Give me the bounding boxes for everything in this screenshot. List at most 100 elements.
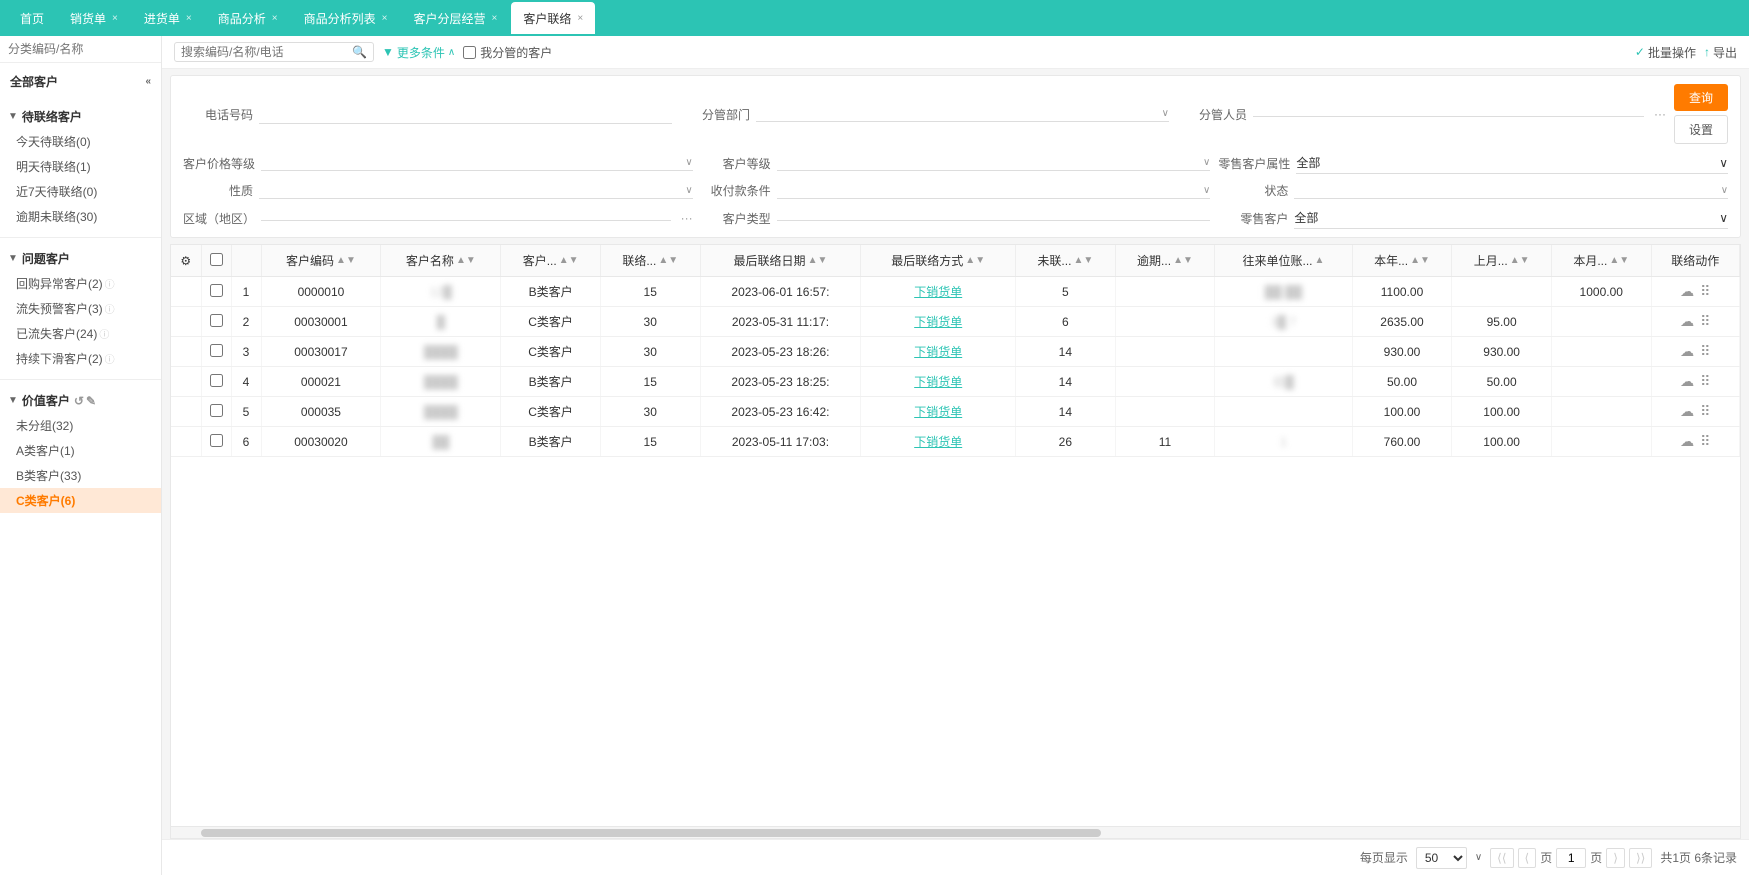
contact-method-link[interactable]: 下销货单 — [914, 285, 962, 299]
sidebar-item-a-customers[interactable]: A类客户(1) — [0, 438, 161, 463]
collapse-icon[interactable]: « — [145, 76, 151, 87]
last-page-button[interactable]: ⟩⟩ — [1629, 848, 1652, 868]
contact-method-link[interactable]: 下销货单 — [914, 435, 962, 449]
sidebar-item-b-customers[interactable]: B类客户(33) — [0, 463, 161, 488]
person-select[interactable] — [1253, 112, 1644, 117]
close-customer-contact-icon[interactable]: × — [577, 13, 583, 24]
select-all-checkbox[interactable] — [210, 253, 223, 266]
nav-home[interactable]: 首页 — [8, 2, 56, 34]
my-customers-filter[interactable]: 我分管的客户 — [463, 44, 552, 61]
cell-checkbox[interactable] — [201, 277, 231, 307]
retail-attr-select[interactable]: 全部 ∨ — [1296, 152, 1728, 174]
th-this-month[interactable]: 本月...▲▼ — [1551, 245, 1651, 277]
next-page-button[interactable]: ⟩ — [1606, 848, 1625, 868]
row-checkbox[interactable] — [210, 314, 223, 327]
th-uncontacted[interactable]: 未联...▲▼ — [1016, 245, 1116, 277]
row-checkbox[interactable] — [210, 404, 223, 417]
th-code[interactable]: 客户编码▲▼ — [261, 245, 381, 277]
close-product-analysis-icon[interactable]: × — [272, 13, 278, 24]
sidebar-item-declining[interactable]: 持续下滑客户(2) ⓘ — [0, 346, 161, 371]
toolbar-search-input[interactable] — [181, 45, 352, 59]
person-dots-icon[interactable]: ··· — [1654, 107, 1666, 121]
value-level-select[interactable]: ∨ — [261, 155, 693, 171]
more-action-icon[interactable]: ⠿ — [1700, 343, 1710, 360]
sidebar-item-7days-pending[interactable]: 近7天待联络(0) — [0, 179, 161, 204]
sidebar-problem-label[interactable]: ▼ 问题客户 — [0, 246, 161, 271]
first-page-button[interactable]: ⟨⟨ — [1490, 848, 1513, 868]
cell-last-contact-method[interactable]: 下销货单 — [861, 277, 1016, 307]
cell-checkbox[interactable] — [201, 337, 231, 367]
horizontal-scroll-thumb[interactable] — [201, 829, 1101, 837]
sidebar-item-churn-warning[interactable]: 流失预警客户(3) ⓘ — [0, 296, 161, 321]
settings-button[interactable]: 设置 — [1674, 115, 1728, 144]
th-name[interactable]: 客户名称▲▼ — [381, 245, 501, 277]
value-edit-icon[interactable]: ✎ — [86, 394, 96, 408]
th-year-amount[interactable]: 本年...▲▼ — [1352, 245, 1452, 277]
close-customer-layered-icon[interactable]: × — [491, 13, 497, 24]
sidebar-item-repurchase-abnormal[interactable]: 回购异常客户(2) ⓘ — [0, 271, 161, 296]
row-checkbox[interactable] — [210, 434, 223, 447]
more-action-icon[interactable]: ⠿ — [1700, 283, 1710, 300]
contact-method-link[interactable]: 下销货单 — [914, 345, 962, 359]
more-action-icon[interactable]: ⠿ — [1700, 373, 1710, 390]
cell-last-contact-method[interactable]: 下销货单 — [861, 427, 1016, 457]
customer-level-select[interactable]: ∨ — [777, 155, 1211, 171]
query-button[interactable]: 查询 — [1674, 84, 1728, 111]
close-sales-order-icon[interactable]: × — [112, 13, 118, 24]
filter-more-button[interactable]: ▼ 更多条件 ∧ — [382, 44, 455, 61]
contact-method-link[interactable]: 下销货单 — [914, 375, 962, 389]
cell-checkbox[interactable] — [201, 397, 231, 427]
nav-product-analysis-list[interactable]: 商品分析列表 × — [292, 2, 400, 34]
th-type[interactable]: 客户...▲▼ — [501, 245, 601, 277]
sidebar-all-customers[interactable]: 全部客户 « — [0, 67, 161, 96]
cell-checkbox[interactable] — [201, 427, 231, 457]
th-contact[interactable]: 联络...▲▼ — [600, 245, 700, 277]
export-button[interactable]: ↑ 导出 — [1704, 44, 1737, 61]
sidebar-search-input[interactable] — [8, 42, 162, 56]
more-action-icon[interactable]: ⠿ — [1700, 313, 1710, 330]
toolbar-search-icon[interactable]: 🔍 — [352, 45, 367, 59]
customer-type-select[interactable] — [777, 216, 1211, 221]
page-number-input[interactable] — [1556, 848, 1586, 868]
sidebar-item-overdue-pending[interactable]: 逾期未联络(30) — [0, 204, 161, 229]
cell-last-contact-method[interactable]: 下销货单 — [861, 337, 1016, 367]
sidebar-item-today-pending[interactable]: 今天待联络(0) — [0, 129, 161, 154]
th-last-contact-method[interactable]: 最后联络方式▲▼ — [861, 245, 1016, 277]
sidebar-pending-label[interactable]: ▼ 待联络客户 — [0, 104, 161, 129]
th-last-contact-date[interactable]: 最后联络日期▲▼ — [700, 245, 861, 277]
close-purchase-order-icon[interactable]: × — [186, 13, 192, 24]
row-checkbox[interactable] — [210, 284, 223, 297]
sidebar-item-c-customers[interactable]: C类客户(6) — [0, 488, 161, 513]
th-unit-amount[interactable]: 往来单位账...▲ — [1215, 245, 1352, 277]
value-refresh-icon[interactable]: ↺ — [74, 394, 84, 408]
contact-action-icon[interactable]: ☁ — [1680, 343, 1694, 360]
th-last-month[interactable]: 上月...▲▼ — [1452, 245, 1552, 277]
row-checkbox[interactable] — [210, 374, 223, 387]
contact-method-link[interactable]: 下销货单 — [914, 315, 962, 329]
sidebar-item-tomorrow-pending[interactable]: 明天待联络(1) — [0, 154, 161, 179]
cell-last-contact-method[interactable]: 下销货单 — [861, 367, 1016, 397]
region-select[interactable] — [261, 216, 671, 221]
contact-action-icon[interactable]: ☁ — [1680, 433, 1694, 450]
dept-select[interactable]: ∨ — [756, 106, 1169, 122]
nav-sales-order[interactable]: 销货单 × — [58, 2, 130, 34]
payment-select[interactable]: ∨ — [777, 183, 1211, 199]
contact-action-icon[interactable]: ☁ — [1680, 373, 1694, 390]
nav-customer-contact[interactable]: 客户联络 × — [511, 2, 595, 34]
row-checkbox[interactable] — [210, 344, 223, 357]
sidebar-item-churned[interactable]: 已流失客户(24) ⓘ — [0, 321, 161, 346]
cell-last-contact-method[interactable]: 下销货单 — [861, 307, 1016, 337]
region-dots-icon[interactable]: ··· — [681, 211, 693, 225]
cell-last-contact-method[interactable]: 下销货单 — [861, 397, 1016, 427]
prev-page-button[interactable]: ⟨ — [1518, 848, 1537, 868]
nav-customer-layered[interactable]: 客户分层经营 × — [401, 2, 509, 34]
batch-operation-button[interactable]: ✓ 批量操作 — [1635, 44, 1696, 61]
sidebar-item-unclassified[interactable]: 未分组(32) — [0, 413, 161, 438]
sidebar-value-label[interactable]: ▼ 价值客户 ↺ ✎ — [0, 388, 161, 413]
more-action-icon[interactable]: ⠿ — [1700, 403, 1710, 420]
per-page-select[interactable]: 50 100 — [1416, 847, 1467, 869]
contact-action-icon[interactable]: ☁ — [1680, 403, 1694, 420]
status-select[interactable]: ∨ — [1294, 183, 1728, 199]
contact-action-icon[interactable]: ☁ — [1680, 313, 1694, 330]
cell-checkbox[interactable] — [201, 307, 231, 337]
